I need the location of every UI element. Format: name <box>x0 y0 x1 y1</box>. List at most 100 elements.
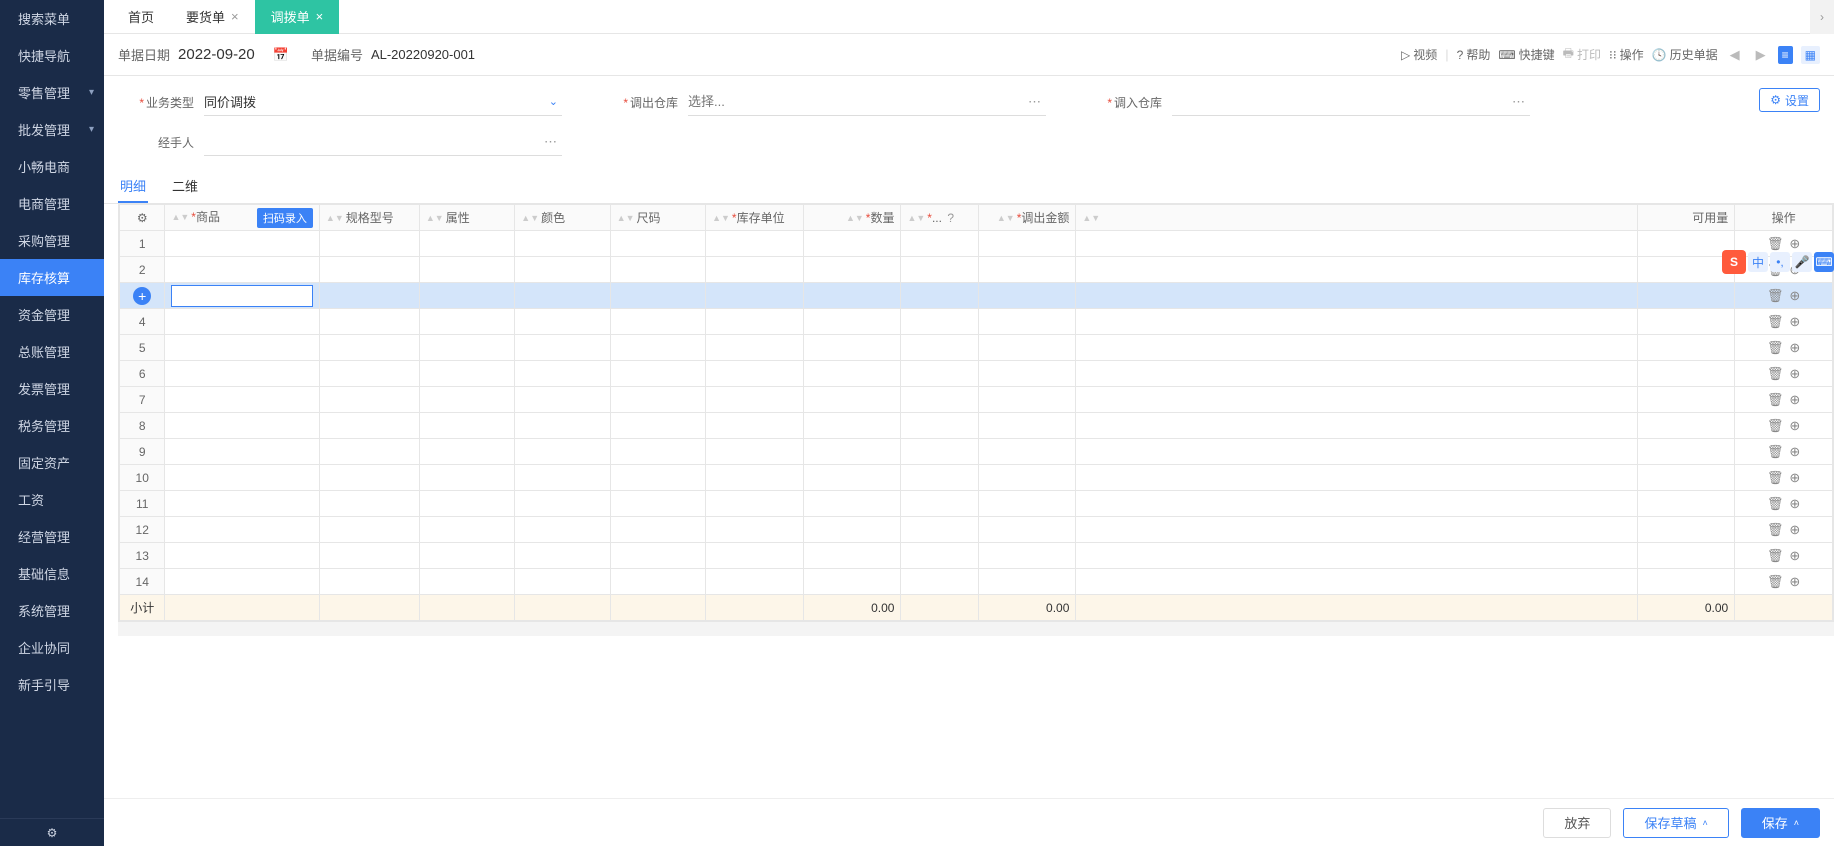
insert-icon[interactable]: ⊕ <box>1789 444 1800 459</box>
table-row[interactable]: + 🗑 ⊕ <box>120 283 1833 309</box>
table-row[interactable]: 1🗑⊕ <box>120 231 1833 257</box>
col-spec[interactable]: ▲▼规格型号 <box>319 205 419 231</box>
delete-icon[interactable]: 🗑 <box>1767 496 1784 511</box>
shortcut-link[interactable]: ⌨快捷键 <box>1498 46 1554 63</box>
discard-button[interactable]: 放弃 <box>1543 808 1611 838</box>
scan-input-badge[interactable]: 扫码录入 <box>257 208 313 228</box>
close-icon[interactable]: × <box>231 9 239 24</box>
col-size[interactable]: ▲▼尺码 <box>610 205 705 231</box>
tabs-more[interactable]: › <box>1810 0 1834 34</box>
insert-icon[interactable]: ⊕ <box>1789 392 1800 407</box>
sidebar-item-14[interactable]: 经营管理 <box>0 518 104 555</box>
table-row[interactable]: 12🗑⊕ <box>120 517 1833 543</box>
ime-toolbar[interactable]: S 中 •, 🎤 ⌨ <box>1722 250 1834 274</box>
table-row[interactable]: 2🗑⊕ <box>120 257 1833 283</box>
sidebar-item-6[interactable]: 采购管理 <box>0 222 104 259</box>
insert-icon[interactable]: ⊕ <box>1789 340 1800 355</box>
table-row[interactable]: 7🗑⊕ <box>120 387 1833 413</box>
subtab-2d[interactable]: 二维 <box>170 170 200 203</box>
insert-icon[interactable]: ⊕ <box>1789 574 1800 589</box>
insert-icon[interactable]: ⊕ <box>1789 288 1800 303</box>
insert-icon[interactable]: ⊕ <box>1789 418 1800 433</box>
col-price[interactable]: ▲▼*... ? <box>901 205 978 231</box>
insert-icon[interactable]: ⊕ <box>1789 314 1800 329</box>
table-row[interactable]: 5🗑⊕ <box>120 335 1833 361</box>
sidebar-item-2[interactable]: 零售管理▾ <box>0 74 104 111</box>
delete-icon[interactable]: 🗑 <box>1767 366 1784 381</box>
add-row-button[interactable]: + <box>133 287 151 305</box>
ime-lang[interactable]: 中 <box>1748 252 1768 272</box>
table-row[interactable]: 6🗑⊕ <box>120 361 1833 387</box>
tab-0[interactable]: 首页 <box>112 0 170 34</box>
delete-icon[interactable]: 🗑 <box>1767 574 1784 589</box>
insert-icon[interactable]: ⊕ <box>1789 548 1800 563</box>
prev-doc[interactable]: ◀ <box>1726 47 1744 63</box>
table-row[interactable]: 9🗑⊕ <box>120 439 1833 465</box>
view-grid-icon[interactable]: ▦ <box>1801 46 1820 64</box>
cell-product[interactable] <box>165 413 319 439</box>
insert-icon[interactable]: ⊕ <box>1789 236 1800 251</box>
date-value[interactable]: 2022-09-20 <box>178 46 255 63</box>
sidebar-item-7[interactable]: 库存核算 <box>0 259 104 296</box>
sidebar-item-4[interactable]: 小畅电商 <box>0 148 104 185</box>
col-qty[interactable]: ▲▼*数量 <box>803 205 901 231</box>
insert-icon[interactable]: ⊕ <box>1789 522 1800 537</box>
delete-icon[interactable]: 🗑 <box>1767 236 1784 251</box>
cell-product[interactable] <box>165 517 319 543</box>
cell-product[interactable] <box>165 465 319 491</box>
product-input[interactable] <box>171 285 312 307</box>
sidebar-item-1[interactable]: 快捷导航 <box>0 37 104 74</box>
video-link[interactable]: ▷视频 <box>1401 46 1437 63</box>
sidebar-item-8[interactable]: 资金管理 <box>0 296 104 333</box>
table-row[interactable]: 4🗑⊕ <box>120 309 1833 335</box>
insert-icon[interactable]: ⊕ <box>1789 470 1800 485</box>
ime-mic-icon[interactable]: 🎤 <box>1792 252 1812 272</box>
next-doc[interactable]: ▶ <box>1752 47 1770 63</box>
sidebar-item-12[interactable]: 固定资产 <box>0 444 104 481</box>
view-list-icon[interactable]: ≡ <box>1778 46 1793 64</box>
cell-product[interactable] <box>165 361 319 387</box>
col-color[interactable]: ▲▼颜色 <box>515 205 610 231</box>
sidebar-item-11[interactable]: 税务管理 <box>0 407 104 444</box>
delete-icon[interactable]: 🗑 <box>1767 418 1784 433</box>
col-config[interactable]: ⚙ <box>120 205 165 231</box>
close-icon[interactable]: × <box>316 9 324 24</box>
col-amount[interactable]: ▲▼*调出金额 <box>978 205 1076 231</box>
cell-product[interactable] <box>165 543 319 569</box>
calendar-icon[interactable]: 📅 <box>273 47 289 63</box>
delete-icon[interactable]: 🗑 <box>1767 444 1784 459</box>
insert-icon[interactable]: ⊕ <box>1789 366 1800 381</box>
table-row[interactable]: 14🗑⊕ <box>120 569 1833 595</box>
insert-icon[interactable]: ⊕ <box>1789 496 1800 511</box>
delete-icon[interactable]: 🗑 <box>1767 548 1784 563</box>
more-icon[interactable]: ⋯ <box>1028 94 1042 110</box>
cell-product[interactable] <box>165 283 319 309</box>
sidebar-item-3[interactable]: 批发管理▾ <box>0 111 104 148</box>
h-scrollbar[interactable] <box>118 622 1834 636</box>
sidebar-item-18[interactable]: 新手引导 <box>0 666 104 703</box>
sidebar-item-13[interactable]: 工资 <box>0 481 104 518</box>
sidebar-item-0[interactable]: 搜索菜单 <box>0 0 104 37</box>
cell-product[interactable] <box>165 439 319 465</box>
cell-product[interactable] <box>165 231 319 257</box>
delete-icon[interactable]: 🗑 <box>1767 392 1784 407</box>
help-icon[interactable]: ? <box>947 211 954 225</box>
more-icon[interactable]: ⋯ <box>544 134 558 150</box>
table-row[interactable]: 11🗑⊕ <box>120 491 1833 517</box>
table-row[interactable]: 10🗑⊕ <box>120 465 1833 491</box>
delete-icon[interactable]: 🗑 <box>1767 470 1784 485</box>
delete-icon[interactable]: 🗑 <box>1767 288 1784 303</box>
in-warehouse-select[interactable]: ⋯ <box>1172 88 1530 116</box>
cell-product[interactable] <box>165 387 319 413</box>
sidebar-item-9[interactable]: 总账管理 <box>0 333 104 370</box>
handler-select[interactable]: ⋯ <box>204 128 562 156</box>
table-row[interactable]: 8🗑⊕ <box>120 413 1833 439</box>
col-unit[interactable]: ▲▼*库存单位 <box>706 205 804 231</box>
help-link[interactable]: ?帮助 <box>1457 46 1491 63</box>
sidebar-settings[interactable]: ⚙ <box>0 818 104 846</box>
sidebar-item-17[interactable]: 企业协同 <box>0 629 104 666</box>
table-row[interactable]: 13🗑⊕ <box>120 543 1833 569</box>
sidebar-item-15[interactable]: 基础信息 <box>0 555 104 592</box>
tab-1[interactable]: 要货单× <box>170 0 255 34</box>
ime-keyboard-icon[interactable]: ⌨ <box>1814 252 1834 272</box>
